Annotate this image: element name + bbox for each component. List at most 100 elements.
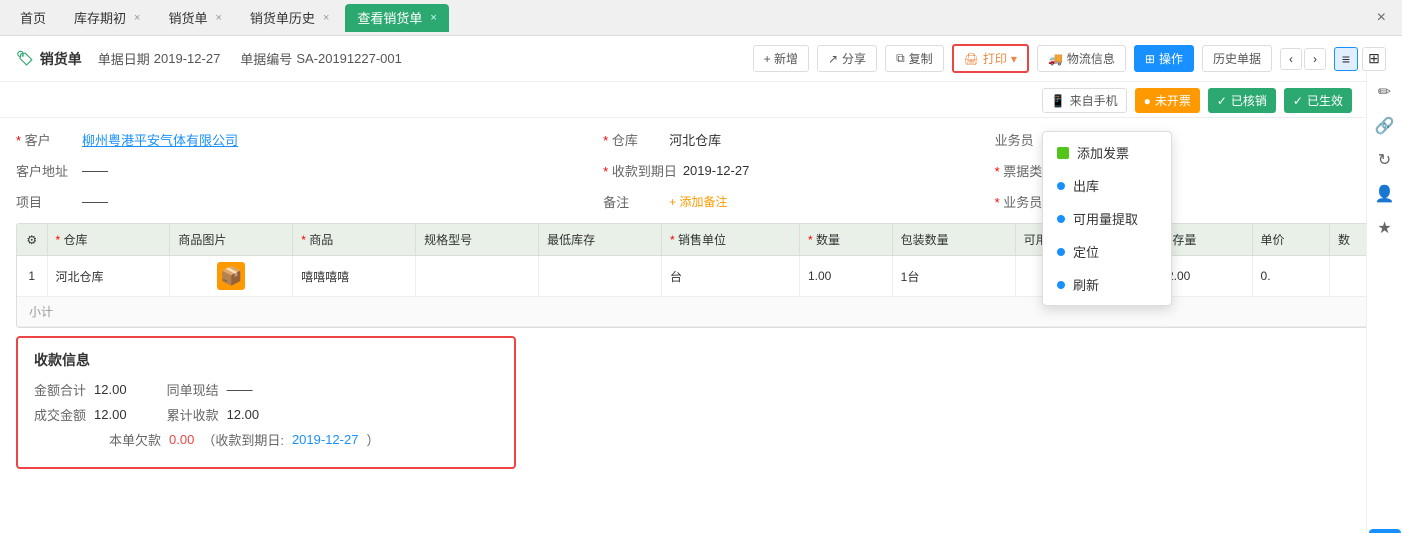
refresh-icon bbox=[1057, 281, 1065, 289]
form-row-3: 项目 —— 备注 + 添加备注 业务员孟 —— bbox=[16, 192, 1386, 211]
doc-date-label: 单据日期 bbox=[98, 49, 150, 68]
form-row-2: 客户地址 —— 收款到期日 2019-12-27 票据类型 不开票 bbox=[16, 161, 1386, 180]
row-quantity: 1.00 bbox=[800, 256, 893, 297]
sidebar-star-icon[interactable]: ★ bbox=[1369, 212, 1401, 244]
print-button[interactable]: 🖨 打印 ▾ bbox=[952, 44, 1029, 73]
locate-icon bbox=[1057, 248, 1065, 256]
tab-sales-history[interactable]: 销货单历史 × bbox=[238, 4, 341, 32]
tab-inventory-init-close[interactable]: × bbox=[134, 12, 140, 24]
col-settings[interactable]: ⚙ bbox=[17, 224, 47, 256]
tab-home[interactable]: 首页 bbox=[8, 4, 58, 32]
tab-sales-order-label: 销货单 bbox=[168, 8, 207, 27]
col-product: 商品 bbox=[293, 224, 416, 256]
sidebar-edit-icon[interactable]: ✏ bbox=[1369, 76, 1401, 108]
payment-title: 收款信息 bbox=[34, 350, 498, 370]
row-product: 嘻嘻嘻嘻 bbox=[293, 256, 416, 297]
payment-row-2: 成交金额 12.00 累计收款 12.00 bbox=[34, 405, 498, 424]
col-warehouse: 仓库 bbox=[47, 224, 170, 256]
row-warehouse: 河北仓库 bbox=[47, 256, 170, 297]
tab-sales-history-label: 销货单历史 bbox=[250, 8, 315, 27]
outbound-icon bbox=[1057, 182, 1065, 190]
sidebar-link-icon[interactable]: 🔗 bbox=[1369, 110, 1401, 142]
tab-inventory-init[interactable]: 库存期初 × bbox=[62, 4, 152, 32]
effective-button[interactable]: ✓ 已生效 bbox=[1284, 88, 1352, 113]
copy-label: 复制 bbox=[909, 50, 933, 67]
total-amount-field: 金额合计 12.00 bbox=[34, 380, 127, 399]
grid-icon: ⊞ bbox=[1145, 52, 1155, 66]
right-sidebar: ✏ 🔗 ↻ 👤 ★ ⤢ bbox=[1366, 72, 1402, 533]
tab-bar: 首页 库存期初 × 销货单 × 销货单历史 × 查看销货单 × × bbox=[0, 0, 1402, 36]
history-button[interactable]: 历史单据 bbox=[1202, 45, 1272, 72]
current-arrears-field: 本单欠款 0.00 （收款到期日: 2019-12-27 ） bbox=[109, 430, 379, 449]
truck-icon: 🚚 bbox=[1048, 52, 1063, 66]
operation-button[interactable]: ⊞ 操作 bbox=[1134, 45, 1194, 72]
add-invoice-label: 添加发票 bbox=[1077, 143, 1129, 162]
window-close-button[interactable]: × bbox=[1369, 9, 1394, 27]
subtotal-row: 小计 bbox=[17, 297, 1385, 327]
same-order-settlement-label: 同单现结 bbox=[167, 380, 219, 399]
col-product-img: 商品图片 bbox=[170, 224, 293, 256]
payment-date-value: 2019-12-27 bbox=[683, 163, 750, 178]
sidebar-user-icon[interactable]: 👤 bbox=[1369, 178, 1401, 210]
add-note-button[interactable]: + 添加备注 bbox=[669, 193, 727, 210]
product-table-container: ⚙ 仓库 商品图片 商品 规格型号 最低库存 销售单位 数量 包装数量 可用量 … bbox=[16, 223, 1386, 328]
row-sales-unit: 台 bbox=[661, 256, 799, 297]
total-amount-label: 金额合计 bbox=[34, 380, 86, 399]
col-spec: 规格型号 bbox=[416, 224, 539, 256]
sidebar-expand-icon[interactable]: ⤢ bbox=[1369, 529, 1401, 533]
col-unit-price: 单价 bbox=[1252, 224, 1330, 256]
form-row-1: 客户 柳州粤港平安气体有限公司 仓库 河北仓库 业务员 演示账号 bbox=[16, 130, 1386, 149]
customer-value[interactable]: 柳州粤港平安气体有限公司 bbox=[82, 130, 238, 149]
transaction-amount-label: 成交金额 bbox=[34, 405, 86, 424]
new-button-label: + 新增 bbox=[764, 50, 798, 67]
main-content: 🏷 销货单 单据日期 2019-12-27 单据编号 SA-20191227-0… bbox=[0, 36, 1402, 533]
tab-view-sales-label: 查看销货单 bbox=[357, 8, 422, 27]
sidebar-rotate-icon[interactable]: ↻ bbox=[1369, 144, 1401, 176]
locate-label: 定位 bbox=[1073, 242, 1099, 261]
dropdown-refresh[interactable]: 刷新 bbox=[1043, 268, 1171, 301]
list-view-icon[interactable]: ≡ bbox=[1334, 47, 1358, 71]
row-min-stock bbox=[539, 256, 662, 297]
tab-sales-order-close[interactable]: × bbox=[215, 12, 221, 24]
doc-number-field: 单据编号 SA-20191227-001 bbox=[240, 49, 402, 68]
logistics-label: 物流信息 bbox=[1067, 50, 1115, 67]
dropdown-outbound[interactable]: 出库 bbox=[1043, 169, 1171, 202]
ticket-icon: ● bbox=[1144, 94, 1151, 108]
grid-view-icon[interactable]: ⊞ bbox=[1362, 47, 1386, 71]
print-icon: 🖨 bbox=[964, 52, 979, 66]
total-amount-value: 12.00 bbox=[94, 382, 127, 397]
refresh-label: 刷新 bbox=[1073, 275, 1099, 294]
current-arrears-label: 本单欠款 bbox=[109, 430, 161, 449]
doc-title: 🏷 销货单 bbox=[16, 49, 82, 69]
col-pack-qty: 包装数量 bbox=[892, 224, 1015, 256]
warehouse-field: 仓库 河北仓库 bbox=[603, 130, 994, 149]
tab-view-sales[interactable]: 查看销货单 × bbox=[345, 4, 448, 32]
cumulative-receipt-label: 累计收款 bbox=[167, 405, 219, 424]
new-button[interactable]: + 新增 bbox=[753, 45, 809, 72]
logistics-button[interactable]: 🚚 物流信息 bbox=[1037, 45, 1126, 72]
remark-label: 备注 bbox=[603, 192, 663, 211]
not-open-ticket-button[interactable]: ● 未开票 bbox=[1135, 88, 1200, 113]
copy-button[interactable]: ⧉ 复制 bbox=[885, 45, 944, 72]
row-no: 1 bbox=[17, 256, 47, 297]
dropdown-available-qty[interactable]: 可用量提取 bbox=[1043, 202, 1171, 235]
prev-arrow[interactable]: ‹ bbox=[1280, 48, 1302, 70]
dropdown-add-invoice[interactable]: 添加发票 bbox=[1043, 136, 1171, 169]
share-button[interactable]: ↗ 分享 bbox=[817, 45, 877, 72]
warehouse-value: 河北仓库 bbox=[669, 130, 721, 149]
tab-sales-order[interactable]: 销货单 × bbox=[156, 4, 233, 32]
project-label: 项目 bbox=[16, 192, 76, 211]
next-arrow[interactable]: › bbox=[1304, 48, 1326, 70]
row-pack-qty: 1台 bbox=[892, 256, 1015, 297]
available-qty-label: 可用量提取 bbox=[1073, 209, 1138, 228]
table-header-row: ⚙ 仓库 商品图片 商品 规格型号 最低库存 销售单位 数量 包装数量 可用量 … bbox=[17, 224, 1385, 256]
view-icons: ≡ ⊞ bbox=[1334, 47, 1386, 71]
tab-view-sales-close[interactable]: × bbox=[430, 12, 436, 24]
checked-button[interactable]: ✓ 已核销 bbox=[1208, 88, 1276, 113]
tab-inventory-init-label: 库存期初 bbox=[74, 8, 126, 27]
tab-sales-history-close[interactable]: × bbox=[323, 12, 329, 24]
dropdown-locate[interactable]: 定位 bbox=[1043, 235, 1171, 268]
doc-date-value: 2019-12-27 bbox=[154, 51, 221, 66]
from-phone-button[interactable]: 📱 来自手机 bbox=[1042, 88, 1127, 113]
history-label: 历史单据 bbox=[1213, 50, 1261, 67]
